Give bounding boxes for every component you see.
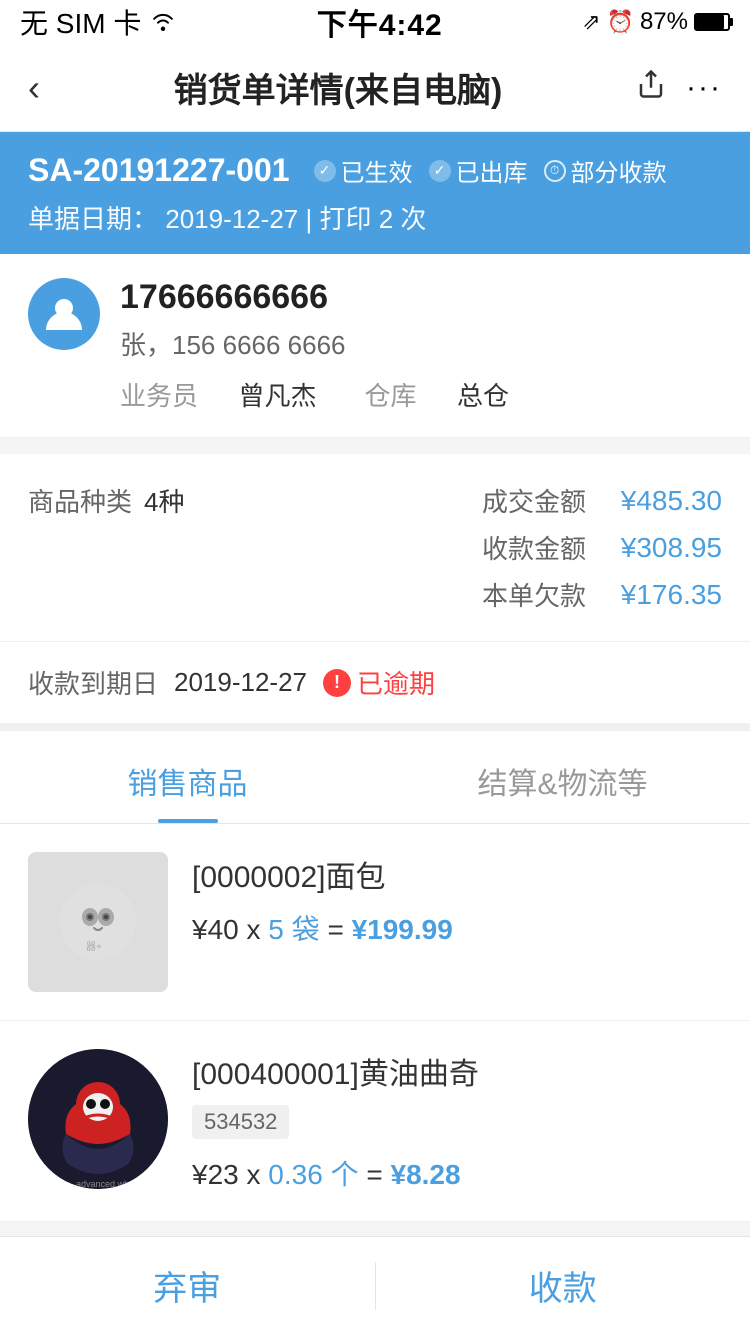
- overdue-text: 已逾期: [357, 664, 435, 701]
- header-banner: SA-20191227-001 ✓ 已生效 ✓ 已出库 ⏱ 部分收款 单据日期：…: [0, 132, 750, 254]
- badge-effective: ✓ 已生效: [314, 153, 413, 188]
- banner-badges: ✓ 已生效 ✓ 已出库 ⏱ 部分收款: [314, 153, 667, 188]
- clock-icon: ⏱: [544, 160, 566, 182]
- customer-meta: 业务员 曾凡杰 仓库 总仓: [120, 376, 722, 413]
- product-types-value: 4种: [144, 482, 184, 519]
- product-price-2: ¥23 x 0.36 个 = ¥8.28: [192, 1153, 722, 1193]
- nav-actions: ···: [636, 69, 722, 107]
- deal-amount-row: 成交金额 ¥485.30: [482, 482, 722, 519]
- status-right: ⇗ ⏰ 87%: [582, 8, 730, 36]
- check-icon-2: ✓: [429, 160, 451, 182]
- customer-section: 17666666666 张，156 6666 6666 业务员 曾凡杰 仓库 总…: [0, 254, 750, 438]
- payment-button[interactable]: 收款: [376, 1241, 750, 1330]
- svg-text:advanced whale: advanced whale: [76, 1179, 141, 1189]
- due-date: 2019-12-27: [174, 667, 307, 698]
- overdue-icon: !: [323, 669, 351, 697]
- stats-section: 商品种类 4种 成交金额 ¥485.30 收款金额 ¥308.95 本单欠款 ¥…: [0, 454, 750, 641]
- battery-icon: [694, 13, 730, 31]
- carrier-label: 无 SIM 卡: [20, 2, 141, 42]
- time-label: 下午4:42: [317, 0, 443, 44]
- debt-row: 本单欠款 ¥176.35: [482, 576, 722, 613]
- product-thumb-2: advanced whale: [28, 1049, 168, 1189]
- product-item-2: advanced whale [000400001]黄油曲奇 534532 ¥2…: [0, 1021, 750, 1222]
- alarm-icon: ⏰: [607, 9, 634, 35]
- share-icon[interactable]: [636, 69, 666, 107]
- more-icon[interactable]: ···: [686, 71, 722, 105]
- location-icon: ⇗: [582, 9, 600, 35]
- customer-avatar: [28, 278, 100, 350]
- status-bar: 无 SIM 卡 下午4:42 ⇗ ⏰ 87%: [0, 0, 750, 44]
- product-sku-2: 534532: [192, 1105, 289, 1139]
- back-button[interactable]: ‹: [28, 67, 40, 109]
- overdue-badge: ! 已逾期: [323, 664, 435, 701]
- received-amount-row: 收款金额 ¥308.95: [482, 529, 722, 566]
- customer-account: 17666666666: [120, 278, 722, 317]
- customer-phone: 张，156 6666 6666: [120, 325, 722, 362]
- product-name-2: [000400001]黄油曲奇: [192, 1049, 722, 1093]
- due-label: 收款到期日: [28, 664, 158, 701]
- wifi-icon: [149, 6, 177, 38]
- stats-left: 商品种类 4种: [28, 482, 184, 519]
- product-list: 器+ [0000002]面包 ¥40 x 5 袋 = ¥199.99: [0, 824, 750, 1222]
- badge-shipped: ✓ 已出库: [429, 153, 528, 188]
- nav-bar: ‹ 销货单详情(来自电脑) ···: [0, 44, 750, 132]
- tabs-section: 销售商品 结算&物流等: [0, 731, 750, 824]
- cancel-review-button[interactable]: 弃审: [0, 1241, 375, 1330]
- svg-text:器+: 器+: [86, 941, 102, 953]
- customer-info: 17666666666 张，156 6666 6666 业务员 曾凡杰 仓库 总…: [120, 278, 722, 413]
- tab-sales-products[interactable]: 销售商品: [0, 731, 375, 823]
- product-types-label: 商品种类: [28, 482, 132, 519]
- product-name-1: [0000002]面包: [192, 852, 722, 896]
- product-info-1: [0000002]面包 ¥40 x 5 袋 = ¥199.99: [192, 852, 722, 948]
- status-left: 无 SIM 卡: [20, 2, 177, 42]
- bottom-bar: 弃审 收款: [0, 1236, 750, 1334]
- order-id: SA-20191227-001: [28, 152, 290, 189]
- product-info-2: [000400001]黄油曲奇 534532 ¥23 x 0.36 个 = ¥8…: [192, 1049, 722, 1193]
- stats-right: 成交金额 ¥485.30 收款金额 ¥308.95 本单欠款 ¥176.35: [482, 482, 722, 613]
- due-section: 收款到期日 2019-12-27 ! 已逾期: [0, 641, 750, 731]
- product-thumb-1: 器+: [28, 852, 168, 992]
- banner-top: SA-20191227-001 ✓ 已生效 ✓ 已出库 ⏱ 部分收款: [28, 152, 722, 189]
- battery-label: 87%: [640, 8, 688, 36]
- product-item: 器+ [0000002]面包 ¥40 x 5 袋 = ¥199.99: [0, 824, 750, 1021]
- badge-partial-payment: ⏱ 部分收款: [544, 153, 667, 188]
- check-icon-1: ✓: [314, 160, 336, 182]
- tab-settlement-logistics[interactable]: 结算&物流等: [375, 731, 750, 823]
- banner-date: 单据日期： 2019-12-27 | 打印 2 次: [28, 199, 722, 236]
- page-title: 销货单详情(来自电脑): [174, 63, 503, 112]
- product-price-1: ¥40 x 5 袋 = ¥199.99: [192, 908, 722, 948]
